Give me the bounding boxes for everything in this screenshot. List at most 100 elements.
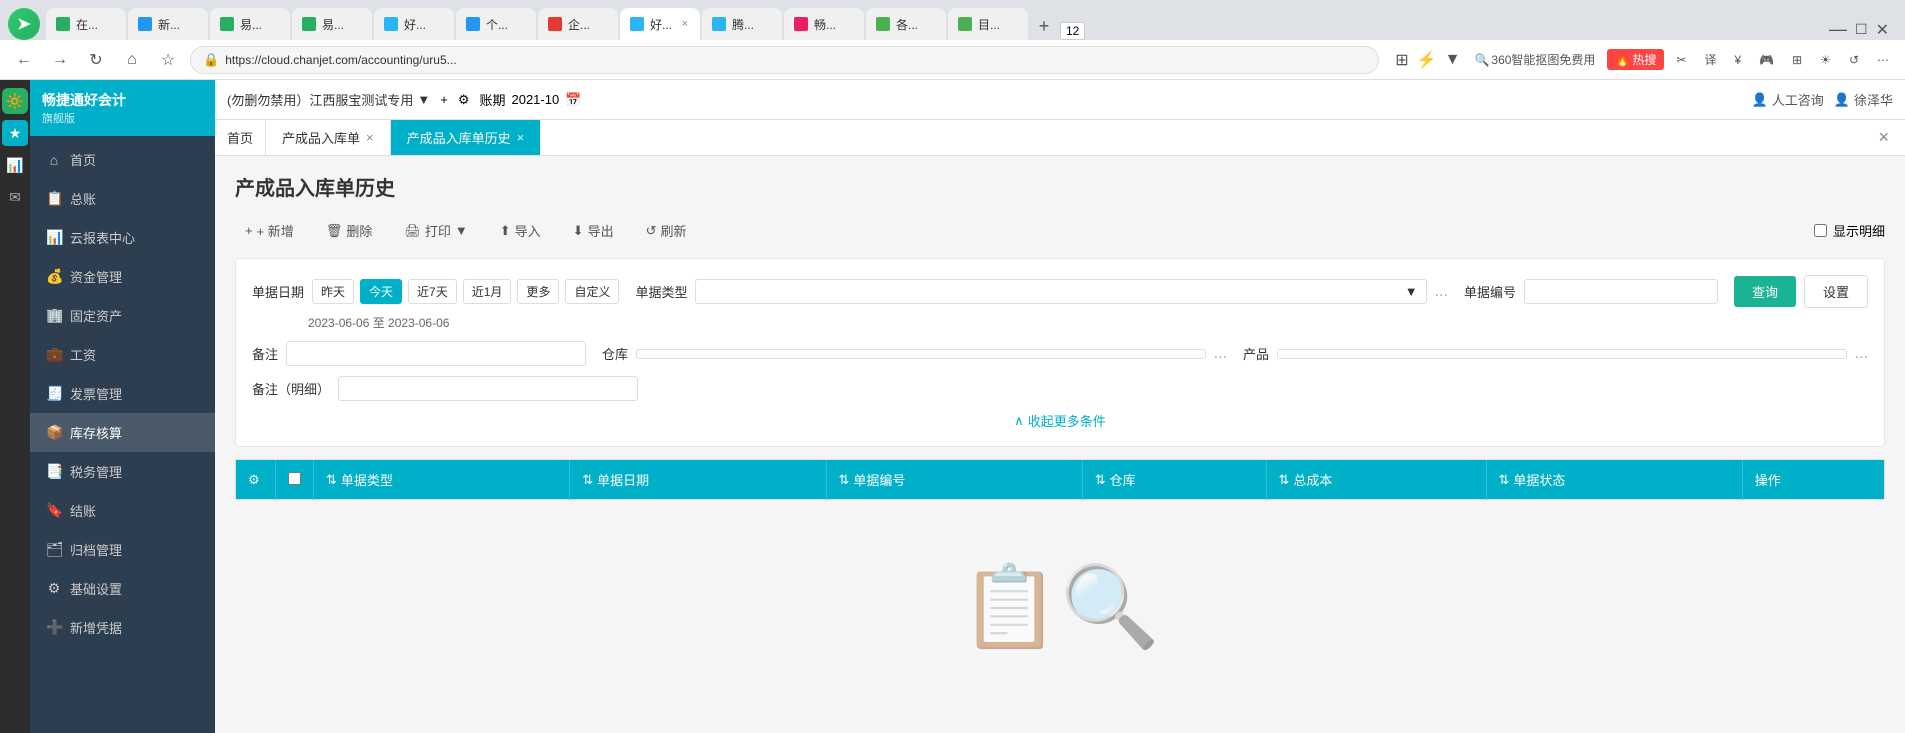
detail-remark-input[interactable] [338, 376, 638, 401]
th-date[interactable]: ⇅ 单据日期 [570, 460, 826, 500]
settings-button[interactable]: 设置 [1804, 275, 1868, 308]
import-btn[interactable]: ⬆ 导入 [490, 217, 551, 244]
period-selector[interactable]: 账期 2021-10 📅 [479, 90, 581, 109]
search-toolbar-btn[interactable]: 🔍 360智能抠图免费用 [1468, 49, 1601, 70]
sidebar-item-newbill[interactable]: ➕ 新增凭据 [30, 608, 215, 647]
select-all-checkbox[interactable] [288, 472, 301, 485]
number-field: 单据编号 [1464, 279, 1718, 304]
print-btn[interactable]: 🖨 打印 ▼ [394, 217, 477, 244]
product-select[interactable] [1277, 349, 1847, 359]
sidebar-item-fixed[interactable]: 🏢 固定资产 [30, 296, 215, 335]
th-status[interactable]: ⇅ 单据状态 [1486, 460, 1742, 500]
tab-list-close[interactable]: × [366, 130, 374, 145]
user-avatar[interactable]: 👤 徐泽华 [1834, 90, 1893, 109]
remark-input[interactable] [286, 341, 586, 366]
more-btn[interactable]: ⋯ [1871, 51, 1895, 69]
home-browser-button[interactable]: ⌂ [118, 46, 146, 74]
tab-list-page[interactable]: 产成品入库单 × [266, 120, 391, 155]
tab-4[interactable]: 易... [292, 8, 372, 40]
currency-btn[interactable]: ¥ [1728, 51, 1747, 69]
warehouse-field: 仓库 ... [602, 344, 1227, 363]
icon-strip-home[interactable]: 🔆 [2, 88, 28, 114]
add-company-btn[interactable]: + [440, 92, 448, 107]
tab-5[interactable]: 好... [374, 8, 454, 40]
close-window-button[interactable]: ✕ [1876, 20, 1889, 40]
breadcrumb-home[interactable]: 首页 [215, 120, 266, 155]
th-warehouse[interactable]: ⇅ 仓库 [1082, 460, 1266, 500]
scissors-btn[interactable]: ✂ [1670, 51, 1692, 69]
tab-history-close[interactable]: × [517, 130, 525, 145]
minimize-button[interactable]: — [1829, 19, 1847, 40]
bookmark-button[interactable]: ☆ [154, 46, 182, 74]
game-btn[interactable]: 🎮 [1753, 51, 1780, 69]
tab-7[interactable]: 企... [538, 8, 618, 40]
sidebar-item-basic[interactable]: ⚙ 基础设置 [30, 569, 215, 608]
type-select[interactable]: ▼ [695, 279, 1426, 304]
back-button[interactable]: ← [10, 46, 38, 74]
tab-3[interactable]: 易... [210, 8, 290, 40]
icon-strip-chart[interactable]: 📊 [2, 152, 28, 178]
sidebar-item-invoice[interactable]: 🧾 发票管理 [30, 374, 215, 413]
refresh-browser-button[interactable]: ↻ [82, 46, 110, 74]
company-selector[interactable]: (勿删勿禁用）江西服宝测试专用 ▼ [227, 90, 430, 109]
icon-strip-star[interactable]: ★ [2, 120, 28, 146]
icon-strip-mail[interactable]: ✉ [2, 184, 28, 210]
sidebar-item-wage[interactable]: 💼 工资 [30, 335, 215, 374]
tab-11[interactable]: 各... [866, 8, 946, 40]
date-btn-7days[interactable]: 近7天 [408, 279, 457, 304]
date-btn-1month[interactable]: 近1月 [463, 279, 512, 304]
tab-8[interactable]: 好... × [620, 8, 700, 40]
sidebar-item-tax[interactable]: 📑 税务管理 [30, 452, 215, 491]
settings-btn[interactable]: ⚙ [458, 92, 470, 108]
tab-history-page[interactable]: 产成品入库单历史 × [391, 120, 541, 155]
sidebar-item-fund[interactable]: 💰 资金管理 [30, 257, 215, 296]
theme-btn[interactable]: ☀ [1814, 51, 1837, 69]
consult-btn[interactable]: 👤 人工咨询 [1752, 90, 1824, 109]
date-btn-yesterday[interactable]: 昨天 [312, 279, 354, 304]
refresh-action-btn[interactable]: ↺ 刷新 [636, 217, 697, 244]
maximize-button[interactable]: ☐ [1855, 21, 1868, 38]
sidebar-item-archive[interactable]: 🗂 归档管理 [30, 530, 215, 569]
date-btn-today[interactable]: 今天 [360, 279, 402, 304]
date-btn-custom[interactable]: 自定义 [565, 279, 619, 304]
lightning-icon[interactable]: ⚡ [1417, 50, 1437, 70]
tab-8-close[interactable]: × [680, 17, 690, 31]
tab-6[interactable]: 个... [456, 8, 536, 40]
undo-btn[interactable]: ↺ [1843, 51, 1865, 69]
new-tab-button[interactable]: + [1030, 12, 1058, 40]
display-detail-toggle[interactable]: 显示明细 [1814, 221, 1885, 240]
tab-2[interactable]: 新... [128, 8, 208, 40]
delete-btn[interactable]: 🗑 删除 [316, 217, 383, 244]
sidebar-item-home[interactable]: ⌂ 首页 [30, 140, 215, 179]
tab-12[interactable]: 目... [948, 8, 1028, 40]
th-check[interactable] [276, 460, 314, 500]
forward-button[interactable]: → [46, 46, 74, 74]
th-number[interactable]: ⇅ 单据编号 [826, 460, 1082, 500]
panel-close-btn[interactable]: × [1862, 120, 1905, 155]
th-type[interactable]: ⇅ 单据类型 [314, 460, 570, 500]
dropdown-icon[interactable]: ▼ [1445, 51, 1461, 69]
th-cost[interactable]: ⇅ 总成本 [1266, 460, 1486, 500]
date-btn-more[interactable]: 更多 [517, 279, 559, 304]
number-input[interactable] [1524, 279, 1718, 304]
tab-1[interactable]: 在... [46, 8, 126, 40]
grid-icon[interactable]: ⊞ [1395, 50, 1408, 70]
tab-10[interactable]: 畅... [784, 8, 864, 40]
address-bar[interactable]: 🔒 https://cloud.chanjet.com/accounting/u… [190, 46, 1379, 74]
sidebar-item-ledger[interactable]: 📋 总账 [30, 179, 215, 218]
export-btn[interactable]: ⬇ 导出 [563, 217, 624, 244]
tab-9[interactable]: 腾... [702, 8, 782, 40]
th-date-sortable: ⇅ 单据日期 [582, 470, 813, 489]
translate-btn[interactable]: 译 [1698, 49, 1722, 70]
hot-search-btn[interactable]: 🔥 热搜 [1607, 49, 1664, 70]
apps-btn[interactable]: ⊞ [1786, 51, 1808, 69]
sidebar-item-inventory[interactable]: 📦 库存核算 [30, 413, 215, 452]
sidebar-item-settle[interactable]: 🔖 结账 [30, 491, 215, 530]
collapse-btn[interactable]: ∧ 收起更多条件 [252, 411, 1868, 430]
sidebar-item-report[interactable]: 📊 云报表中心 [30, 218, 215, 257]
display-detail-checkbox[interactable] [1814, 224, 1827, 237]
new-btn[interactable]: + + 新增 [235, 217, 304, 244]
query-button[interactable]: 查询 [1734, 276, 1796, 307]
th-gear[interactable]: ⚙ [236, 460, 276, 500]
warehouse-select[interactable] [636, 349, 1206, 359]
